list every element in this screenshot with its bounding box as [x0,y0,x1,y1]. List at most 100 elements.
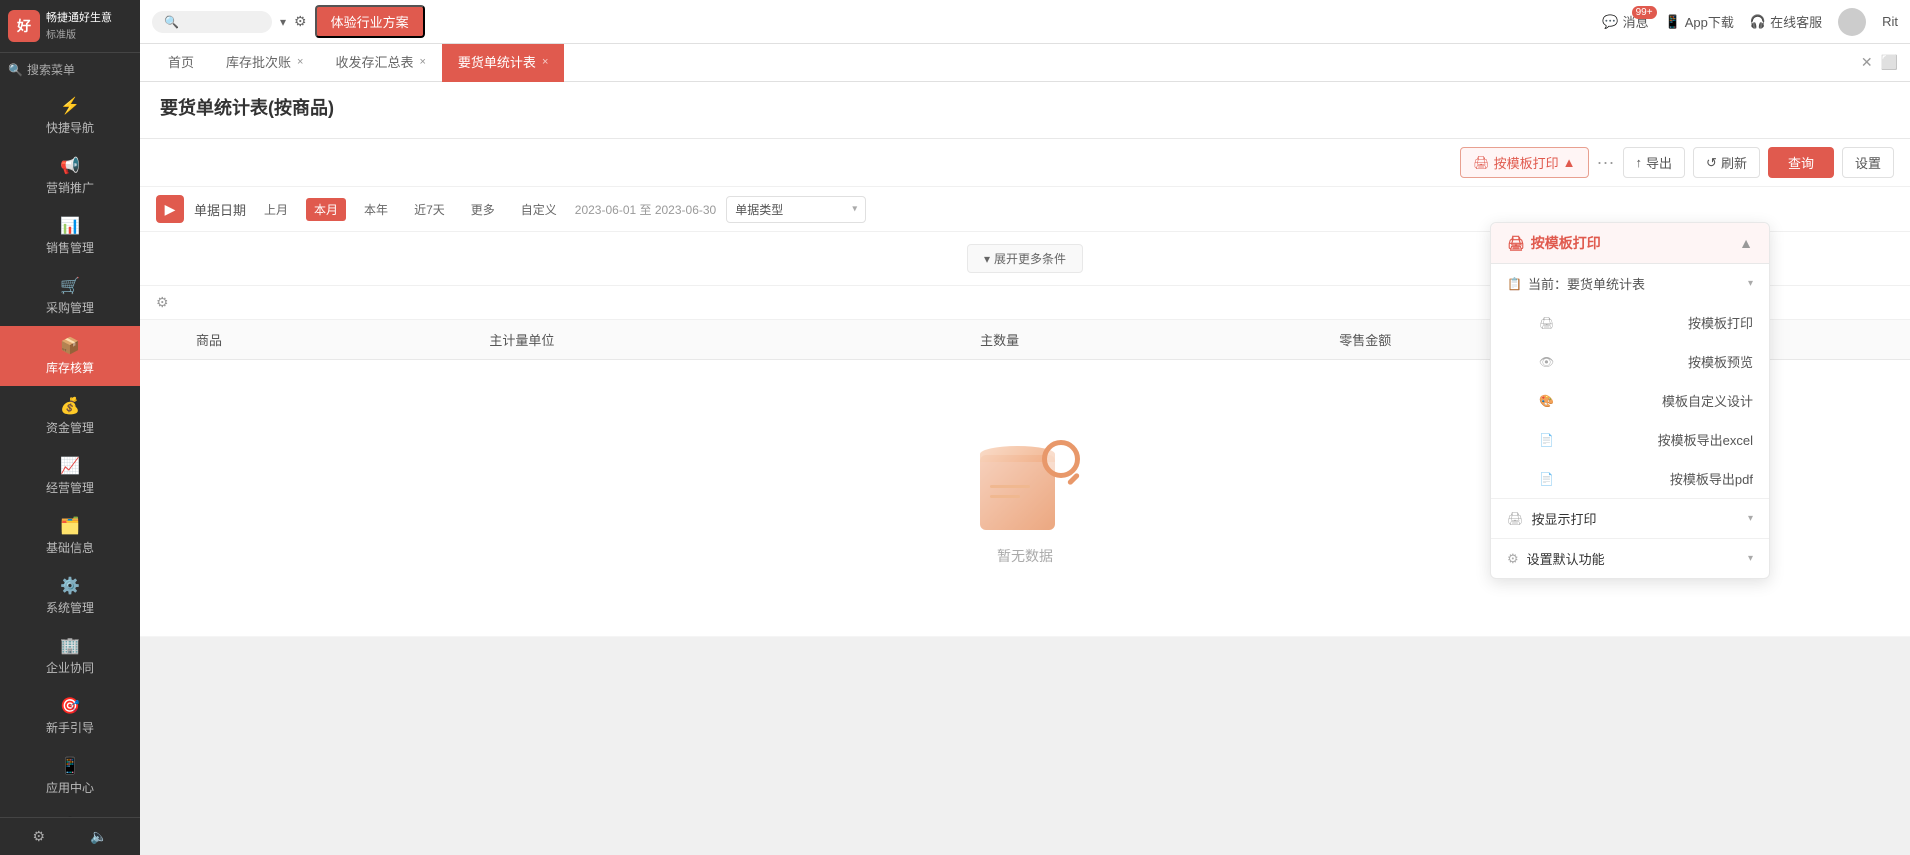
sidebar-settings-icon[interactable]: ⚙ [33,828,46,845]
purchase-icon: 🛒 [60,276,80,296]
tab-inventory-batch[interactable]: 库存批次账 × [210,44,319,82]
sidebar-item-operation[interactable]: 📈 经营管理 [0,446,140,506]
main-area: 🔍 ▾ ⚙ 体验行业方案 💬 消息 99+ 📱 App下载 🎧 在线客服 Rit [140,0,1910,855]
more-options-icon[interactable]: ··· [1597,152,1615,173]
sidebar-item-guide[interactable]: 🎯 新手引导 [0,686,140,746]
doc-type-dropdown[interactable]: 单据类型 ▾ [726,196,866,223]
doc-type-arrow: ▾ [852,204,857,215]
template-pdf-item[interactable]: 📄 按模板导出pdf [1491,459,1769,498]
settings-button[interactable]: 设置 [1842,147,1894,178]
expand-more-button[interactable]: ▾ 展开更多条件 [967,244,1083,273]
tab-maximize-icon[interactable]: ⬜ [1881,54,1898,71]
app-logo[interactable]: 好 畅捷通好生意 标准版 [0,0,140,53]
tab-order-stat-close[interactable]: × [542,56,548,68]
date-btn-more[interactable]: 更多 [463,198,503,221]
filter-expand-button[interactable]: ▶ [156,195,184,223]
set-default-left: ⚙ 设置默认功能 [1507,549,1605,568]
tab-order-stat[interactable]: 要货单统计表 × [442,44,564,82]
set-default-arrow: ▾ [1748,553,1753,564]
print-dropdown-title: 🖨 按模板打印 [1507,233,1601,253]
date-btn-custom[interactable]: 自定义 [513,198,565,221]
online-service-icon: 🎧 [1750,14,1766,30]
sidebar-item-finance[interactable]: 💰 资金管理 [0,386,140,446]
date-btn-last-month[interactable]: 上月 [256,198,296,221]
operation-icon: 📈 [60,456,80,476]
app-name: 畅捷通好生意 [46,11,112,25]
export-button[interactable]: ↑ 导出 [1623,147,1686,178]
operation-label: 经营管理 [46,479,94,496]
quick-nav-icon: ⚡ [60,96,80,116]
sidebar-item-basic[interactable]: 🗂️ 基础信息 [0,506,140,566]
date-btn-this-month[interactable]: 本月 [306,198,346,221]
date-label: 单据日期 [194,200,246,219]
page-content: 要货单统计表(按商品) 🖨 按模板打印 ▲ ··· ↑ 导出 ↺ 刷新 查询 设… [140,82,1910,855]
enterprise-label: 企业协同 [46,659,94,676]
display-print-item[interactable]: 🖨 按显示打印 ▾ [1491,499,1769,538]
system-label: 系统管理 [46,599,94,616]
username-label[interactable]: Rit [1882,14,1898,29]
trial-button[interactable]: 体验行业方案 [315,5,425,38]
expand-chevron-icon: ▾ [984,252,990,266]
table-settings-icon[interactable]: ⚙ [156,294,169,311]
date-btn-this-year[interactable]: 本年 [356,198,396,221]
tab-receipt-summary[interactable]: 收发存汇总表 × [319,44,441,82]
page-title: 要货单统计表(按商品) [160,94,1890,120]
sidebar-item-sales[interactable]: 📊 销售管理 [0,206,140,266]
current-template-label: 当前：要货单统计表 [1528,274,1645,293]
sidebar-search[interactable]: 🔍 搜索菜单 [0,53,140,86]
sidebar-bottom: ⚙ 🔈 [0,817,140,855]
message-button[interactable]: 💬 消息 99+ [1602,12,1648,31]
print-header-label: 按模板打印 [1531,233,1601,253]
topbar-search[interactable]: 🔍 [152,11,272,33]
print-template-button[interactable]: 🖨 按模板打印 ▲ [1460,147,1588,178]
col-product: 商品 [180,320,473,360]
app-version: 标准版 [46,26,112,41]
sidebar-item-quick-nav[interactable]: ⚡ 快捷导航 [0,86,140,146]
tab-home[interactable]: 首页 [152,44,210,82]
topbar-search-dropdown[interactable]: ▾ [280,15,286,29]
tab-receipt-summary-label: 收发存汇总表 [335,52,413,71]
refresh-button[interactable]: ↺ 刷新 [1693,147,1760,178]
appstore-icon: 📱 [60,756,80,776]
template-preview-item[interactable]: 👁 按模板预览 [1491,342,1769,381]
topbar-gear-icon[interactable]: ⚙ [294,13,307,30]
sidebar-item-appstore[interactable]: 📱 应用中心 [0,746,140,806]
sidebar-item-purchase[interactable]: 🛒 采购管理 [0,266,140,326]
export-icon: ↑ [1636,155,1643,170]
tab-home-label: 首页 [168,52,194,71]
current-template-item[interactable]: 📋 当前：要货单统计表 ▾ [1491,264,1769,303]
query-button[interactable]: 查询 [1768,147,1834,178]
template-excel-item[interactable]: 📄 按模板导出excel [1491,420,1769,459]
display-print-icon: 🖨 [1507,511,1524,527]
template-excel-label: 按模板导出excel [1658,430,1753,449]
tab-close-all-icon[interactable]: ✕ [1861,54,1873,71]
sidebar-item-wechat[interactable]: 💬 企业微信 [0,806,140,817]
tab-inventory-batch-close[interactable]: × [297,56,303,68]
user-avatar[interactable] [1838,8,1866,36]
tab-receipt-summary-close[interactable]: × [419,56,425,68]
sidebar-item-inventory[interactable]: 📦 库存核算 [0,326,140,386]
sidebar-item-system[interactable]: ⚙️ 系统管理 [0,566,140,626]
enterprise-icon: 🏢 [60,636,80,656]
print-dropdown-close[interactable]: ▲ [1739,235,1753,251]
template-preview-icon: 👁 [1539,355,1554,369]
app-download-label: App下载 [1685,12,1734,31]
print-dropdown-arrow: ▲ [1563,155,1576,170]
set-default-item[interactable]: ⚙ 设置默认功能 ▾ [1491,539,1769,578]
finance-label: 资金管理 [46,419,94,436]
print-label: 按模板打印 [1494,153,1559,172]
sidebar-item-enterprise[interactable]: 🏢 企业协同 [0,626,140,686]
expand-more-label: 展开更多条件 [994,250,1066,267]
doc-type-label: 单据类型 [735,203,783,217]
app-download-button[interactable]: 📱 App下载 [1665,12,1734,31]
sidebar-item-marketing[interactable]: 📢 营销推广 [0,146,140,206]
col-quantity: 主数量 [964,320,1323,360]
date-btn-7days[interactable]: 近7天 [406,198,453,221]
online-service-button[interactable]: 🎧 在线客服 [1750,12,1822,31]
display-print-left: 🖨 按显示打印 [1507,509,1597,528]
template-design-item[interactable]: 🎨 模板自定义设计 [1491,381,1769,420]
topbar-search-icon: 🔍 [164,15,179,29]
template-print-item[interactable]: 🖨 按模板打印 [1491,303,1769,342]
set-default-label: 设置默认功能 [1527,549,1605,568]
sidebar-audio-icon[interactable]: 🔈 [90,828,107,845]
